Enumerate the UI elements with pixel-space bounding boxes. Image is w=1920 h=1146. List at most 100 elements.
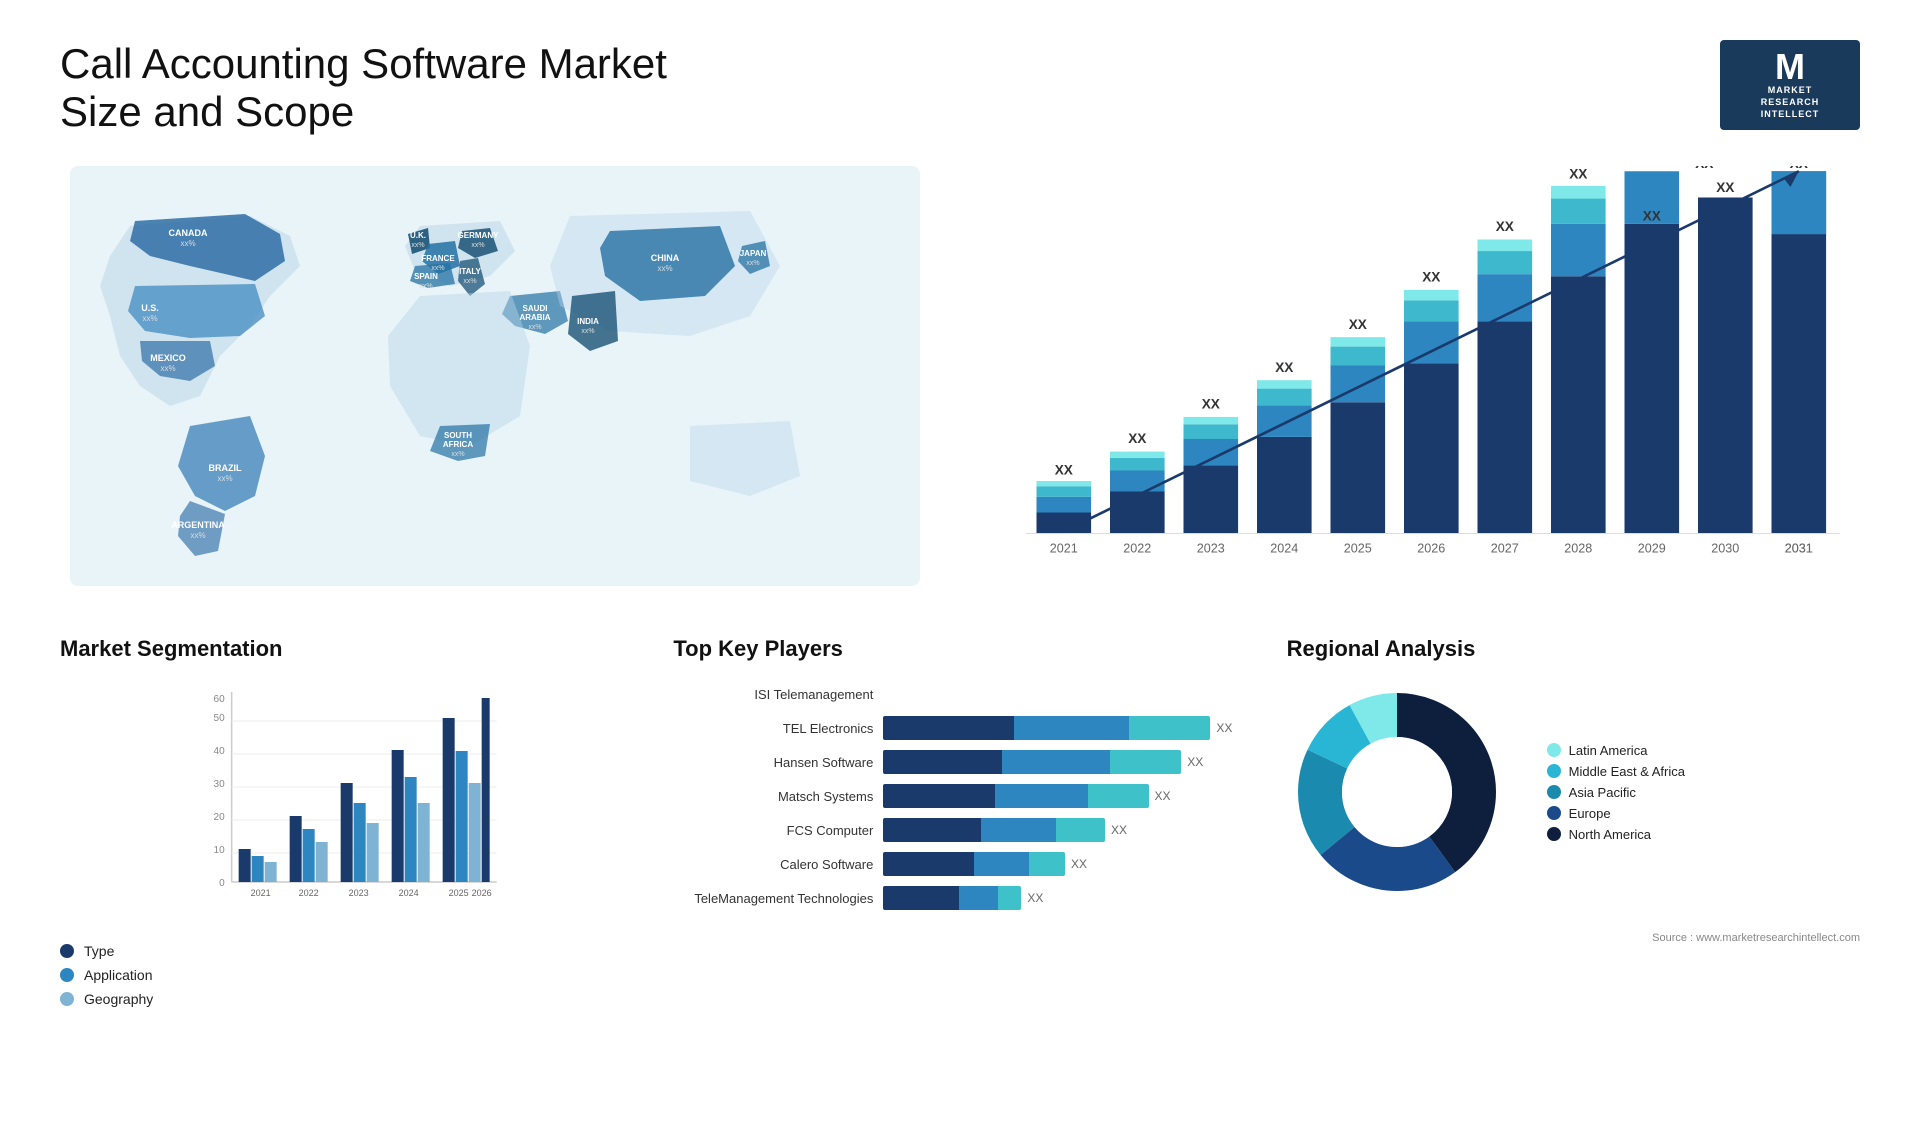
bar-segment-light [1129, 716, 1211, 740]
svg-text:2024: 2024 [399, 888, 419, 898]
svg-text:40: 40 [214, 746, 226, 757]
svg-text:2025: 2025 [1344, 541, 1372, 555]
dot-latin-america [1547, 743, 1561, 757]
regional-content: Latin America Middle East & Africa Asia … [1287, 682, 1860, 902]
svg-text:CHINA: CHINA [651, 253, 680, 263]
svg-text:2029: 2029 [1638, 541, 1666, 555]
player-name: Calero Software [673, 857, 873, 872]
bar-segment-light [1029, 852, 1065, 876]
legend-latin-america: Latin America [1547, 743, 1685, 758]
svg-text:INDIA: INDIA [577, 317, 599, 326]
svg-text:xx%: xx% [419, 283, 432, 290]
bar-segment-mid [1002, 750, 1109, 774]
dot-north-america [1547, 827, 1561, 841]
player-name: FCS Computer [673, 823, 873, 838]
legend-middle-east: Middle East & Africa [1547, 764, 1685, 779]
player-name: TeleManagement Technologies [673, 891, 873, 906]
legend-label-application: Application [84, 967, 153, 983]
player-value: XX [1216, 721, 1232, 735]
svg-text:XX: XX [1349, 317, 1367, 332]
page-header: Call Accounting Software Market Size and… [60, 40, 1860, 136]
player-bar-wrap: XX [883, 886, 1246, 910]
bar-segment-light [1088, 784, 1149, 808]
svg-text:xx%: xx% [581, 328, 594, 335]
svg-text:CANADA: CANADA [169, 228, 208, 238]
svg-text:SPAIN: SPAIN [414, 272, 438, 281]
dot-middle-east [1547, 764, 1561, 778]
svg-text:AFRICA: AFRICA [443, 440, 473, 449]
legend-label-geography: Geography [84, 991, 153, 1007]
svg-text:xx%: xx% [142, 314, 157, 323]
player-row: FCS Computer XX [673, 818, 1246, 842]
label-north-america: North America [1569, 827, 1651, 842]
svg-text:XX: XX [1128, 431, 1146, 446]
svg-text:2023: 2023 [1197, 541, 1225, 555]
world-map-section: CANADA xx% U.S. xx% MEXICO xx% BRAZIL xx… [60, 166, 930, 586]
svg-text:20: 20 [214, 812, 226, 823]
svg-text:U.K.: U.K. [410, 231, 426, 240]
svg-text:ARGENTINA: ARGENTINA [171, 520, 225, 530]
world-map-svg: CANADA xx% U.S. xx% MEXICO xx% BRAZIL xx… [60, 166, 930, 586]
player-bar [883, 750, 1181, 774]
legend-dot-type [60, 944, 74, 958]
player-value: XX [1027, 891, 1043, 905]
segmentation-title: Market Segmentation [60, 636, 633, 662]
bottom-row: Market Segmentation 0 10 20 30 40 50 60 [60, 636, 1860, 1007]
svg-text:2021: 2021 [1050, 541, 1078, 555]
top-row: CANADA xx% U.S. xx% MEXICO xx% BRAZIL xx… [60, 166, 1860, 626]
svg-text:2031: 2031 [1785, 541, 1813, 555]
svg-text:BRAZIL: BRAZIL [209, 463, 242, 473]
bar-segment-dark [883, 818, 981, 842]
svg-text:2028: 2028 [1564, 541, 1592, 555]
player-bar-wrap [883, 682, 1246, 706]
player-bar [883, 852, 1065, 876]
svg-text:GERMANY: GERMANY [458, 231, 500, 240]
svg-text:ITALY: ITALY [459, 267, 481, 276]
player-row: Matsch Systems XX [673, 784, 1246, 808]
bar-segment-dark [883, 750, 1002, 774]
svg-text:xx%: xx% [657, 264, 672, 273]
player-bar [883, 886, 1021, 910]
bar-segment-mid [974, 852, 1028, 876]
bar-segment-mid [981, 818, 1056, 842]
svg-text:XX: XX [1055, 463, 1073, 478]
player-bar-wrap: XX [883, 852, 1246, 876]
bar-segment-light [1056, 818, 1105, 842]
legend-asia-pacific: Asia Pacific [1547, 785, 1685, 800]
svg-text:XX: XX [1422, 270, 1440, 285]
svg-text:xx%: xx% [411, 242, 424, 249]
svg-text:XX: XX [1643, 209, 1661, 224]
player-bar-wrap: XX [883, 716, 1246, 740]
logo-box: M MARKETRESEARCHINTELLECT [1720, 40, 1860, 130]
growth-chart-section: XX 2021 XX 2022 XX 2023 XX 2024 [990, 166, 1860, 586]
bar-segment-dark [883, 784, 994, 808]
segmentation-legend: Type Application Geography [60, 943, 633, 1007]
svg-text:10: 10 [214, 845, 226, 856]
segmentation-section: Market Segmentation 0 10 20 30 40 50 60 [60, 636, 633, 1007]
svg-text:xx%: xx% [180, 239, 195, 248]
player-row: TEL Electronics XX [673, 716, 1246, 740]
player-name: ISI Telemanagement [673, 687, 873, 702]
legend-dot-application [60, 968, 74, 982]
player-value: XX [1111, 823, 1127, 837]
bar-segment-light [998, 886, 1021, 910]
source-text: Source : www.marketresearchintellect.com [1287, 932, 1860, 944]
donut-chart [1287, 682, 1507, 902]
logo-area: M MARKETRESEARCHINTELLECT [1720, 40, 1860, 130]
svg-text:2023: 2023 [349, 888, 369, 898]
svg-text:XX: XX [1790, 166, 1808, 171]
legend-north-america: North America [1547, 827, 1685, 842]
bar-segment-mid [995, 784, 1088, 808]
key-players-section: Top Key Players ISI Telemanagement TEL E… [673, 636, 1246, 1007]
player-row: Calero Software XX [673, 852, 1246, 876]
svg-text:XX: XX [1695, 166, 1713, 171]
dot-asia-pacific [1547, 785, 1561, 799]
player-bar-wrap: XX [883, 784, 1246, 808]
svg-text:xx%: xx% [451, 451, 464, 458]
svg-text:U.S.: U.S. [141, 303, 159, 313]
player-value: XX [1155, 789, 1171, 803]
svg-text:SOUTH: SOUTH [444, 431, 472, 440]
label-middle-east: Middle East & Africa [1569, 764, 1685, 779]
bar-segment-mid [1014, 716, 1128, 740]
svg-text:xx%: xx% [190, 531, 205, 540]
